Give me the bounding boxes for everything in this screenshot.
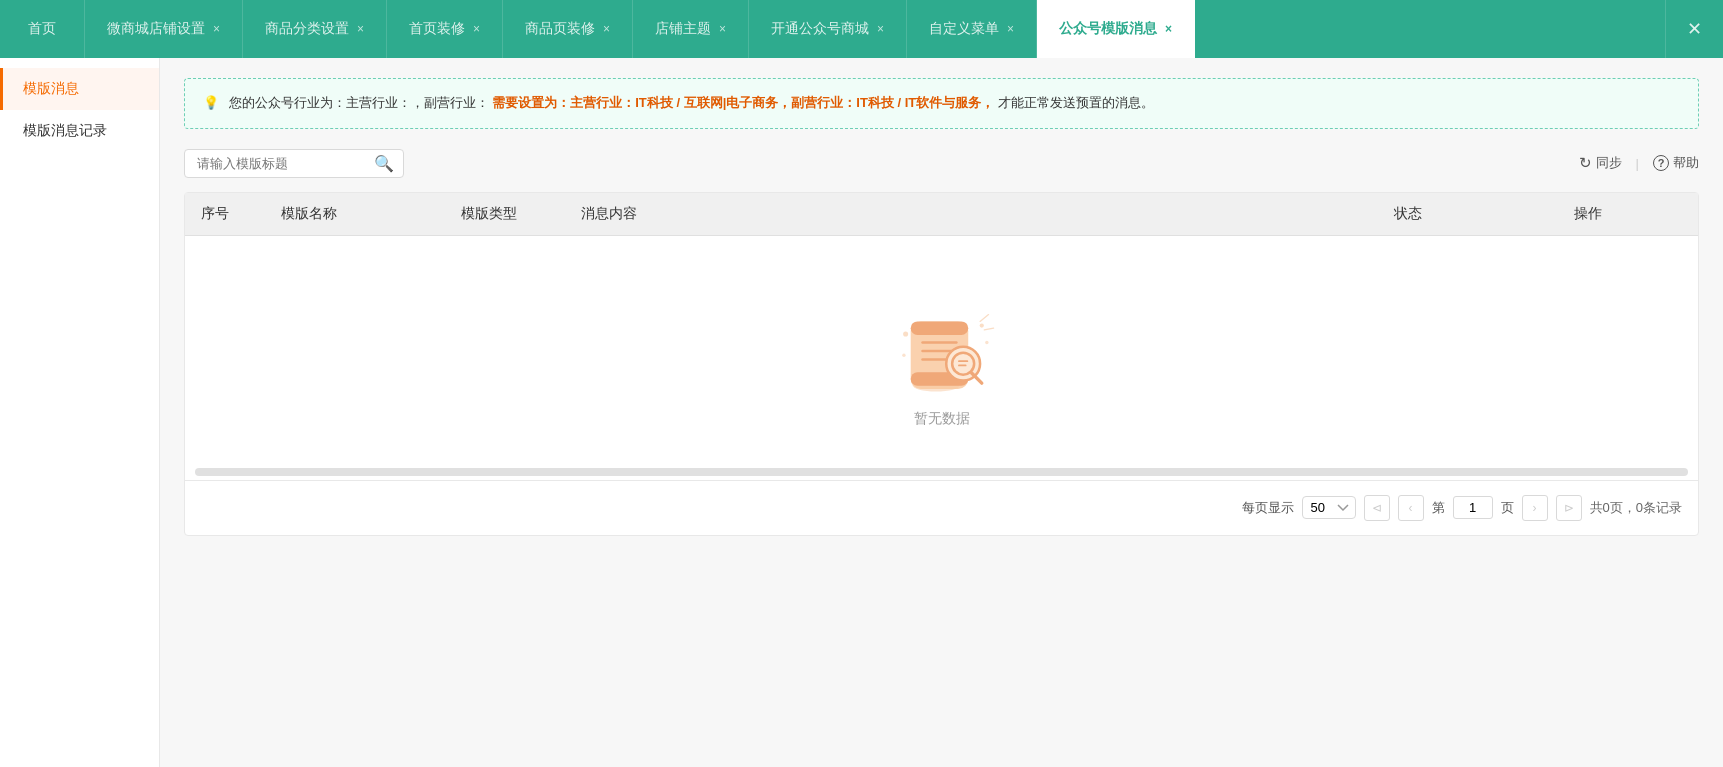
page-size-select[interactable]: 50 10 20 100 [1302, 496, 1356, 519]
sync-button[interactable]: ↻ 同步 [1579, 154, 1622, 172]
empty-text: 暂无数据 [914, 410, 970, 428]
svg-point-13 [979, 323, 983, 327]
last-page-button[interactable]: ⊳ [1556, 495, 1582, 521]
bulb-icon: 💡 [203, 95, 219, 110]
topbar-tab-3[interactable]: 首页装修 × [387, 0, 503, 58]
prev-page-button[interactable]: ‹ [1398, 495, 1424, 521]
sidebar: 模版消息模版消息记录 [0, 58, 160, 767]
tab-close-icon[interactable]: × [213, 22, 220, 36]
next-page-button[interactable]: › [1522, 495, 1548, 521]
notice-box: 💡 您的公众号行业为：主营行业：，副营行业： 需要设置为：主营行业：IT科技 /… [184, 78, 1699, 129]
svg-point-14 [985, 341, 988, 344]
total-info: 共0页，0条记录 [1590, 499, 1682, 517]
topbar-tab-8[interactable]: 公众号模版消息 × [1037, 0, 1195, 58]
col-type: 模版类型 [445, 193, 565, 235]
horizontal-scrollbar[interactable] [195, 468, 1688, 476]
page-input[interactable] [1453, 496, 1493, 519]
topbar: 首页微商城店铺设置×商品分类设置×首页装修×商品页装修×店铺主题×开通公众号商城… [0, 0, 1723, 58]
tab-label: 首页装修 [409, 20, 465, 38]
notice-suffix: 才能正常发送预置的消息。 [998, 95, 1154, 110]
tab-close-icon[interactable]: × [1007, 22, 1014, 36]
toolbar-divider: | [1636, 156, 1639, 171]
sync-icon: ↻ [1579, 154, 1592, 172]
sidebar-item-1[interactable]: 模版消息记录 [0, 110, 159, 152]
close-all-button[interactable]: ✕ [1665, 0, 1723, 58]
svg-line-17 [984, 328, 993, 330]
topbar-tab-1[interactable]: 微商城店铺设置 × [85, 0, 243, 58]
notice-prefix: 您的公众号行业为：主营行业：，副营行业： [229, 95, 489, 110]
topbar-tab-4[interactable]: 商品页装修 × [503, 0, 633, 58]
tab-close-icon[interactable]: × [603, 22, 610, 36]
col-name: 模版名称 [265, 193, 445, 235]
tab-label: 商品分类设置 [265, 20, 349, 38]
col-action: 操作 [1558, 193, 1698, 235]
topbar-tab-0[interactable]: 首页 [0, 0, 85, 58]
page-suffix: 页 [1501, 499, 1514, 517]
sync-label: 同步 [1596, 154, 1622, 172]
col-status: 状态 [1378, 193, 1558, 235]
data-table: 序号 模版名称 模版类型 消息内容 状态 操作 [184, 192, 1699, 536]
tab-close-icon[interactable]: × [357, 22, 364, 36]
page-label: 第 [1432, 499, 1445, 517]
tab-close-icon[interactable]: × [719, 22, 726, 36]
col-index: 序号 [185, 193, 265, 235]
first-page-button[interactable]: ⊲ [1364, 495, 1390, 521]
tab-label: 微商城店铺设置 [107, 20, 205, 38]
tab-label: 公众号模版消息 [1059, 20, 1157, 38]
help-icon: ? [1653, 155, 1669, 171]
pagination: 每页显示 50 10 20 100 ⊲ ‹ 第 页 › ⊳ 共0页，0条记录 [185, 480, 1698, 535]
empty-illustration [887, 296, 997, 406]
tab-label: 自定义菜单 [929, 20, 999, 38]
search-input[interactable] [184, 149, 404, 178]
help-button[interactable]: ? 帮助 [1653, 154, 1699, 172]
svg-line-16 [980, 314, 988, 321]
tab-label: 店铺主题 [655, 20, 711, 38]
main-content: 💡 您的公众号行业为：主营行业：，副营行业： 需要设置为：主营行业：IT科技 /… [160, 58, 1723, 767]
search-button[interactable]: 🔍 [374, 154, 394, 173]
page-size-label: 每页显示 [1242, 499, 1294, 517]
search-bar: 🔍 ↻ 同步 | ? 帮助 [184, 149, 1699, 178]
topbar-tab-2[interactable]: 商品分类设置 × [243, 0, 387, 58]
tab-label: 开通公众号商城 [771, 20, 869, 38]
topbar-tab-7[interactable]: 自定义菜单 × [907, 0, 1037, 58]
col-content: 消息内容 [565, 193, 1378, 235]
svg-point-15 [902, 353, 905, 356]
sidebar-item-0[interactable]: 模版消息 [0, 68, 159, 110]
tab-close-icon[interactable]: × [877, 22, 884, 36]
tab-label: 首页 [28, 20, 56, 38]
tab-label: 商品页装修 [525, 20, 595, 38]
table-header: 序号 模版名称 模版类型 消息内容 状态 操作 [185, 193, 1698, 236]
notice-highlight: 需要设置为：主营行业：IT科技 / 互联网|电子商务，副营行业：IT科技 / I… [492, 95, 994, 110]
tab-close-icon[interactable]: × [473, 22, 480, 36]
help-label: 帮助 [1673, 154, 1699, 172]
svg-rect-2 [910, 321, 968, 335]
main-layout: 模版消息模版消息记录 💡 您的公众号行业为：主营行业：，副营行业： 需要设置为：… [0, 58, 1723, 767]
empty-state: 暂无数据 [185, 236, 1698, 468]
svg-point-12 [903, 331, 908, 336]
toolbar-right: ↻ 同步 | ? 帮助 [1579, 154, 1699, 172]
search-input-wrap: 🔍 [184, 149, 404, 178]
tab-close-icon[interactable]: × [1165, 22, 1172, 36]
topbar-tab-6[interactable]: 开通公众号商城 × [749, 0, 907, 58]
topbar-tab-5[interactable]: 店铺主题 × [633, 0, 749, 58]
